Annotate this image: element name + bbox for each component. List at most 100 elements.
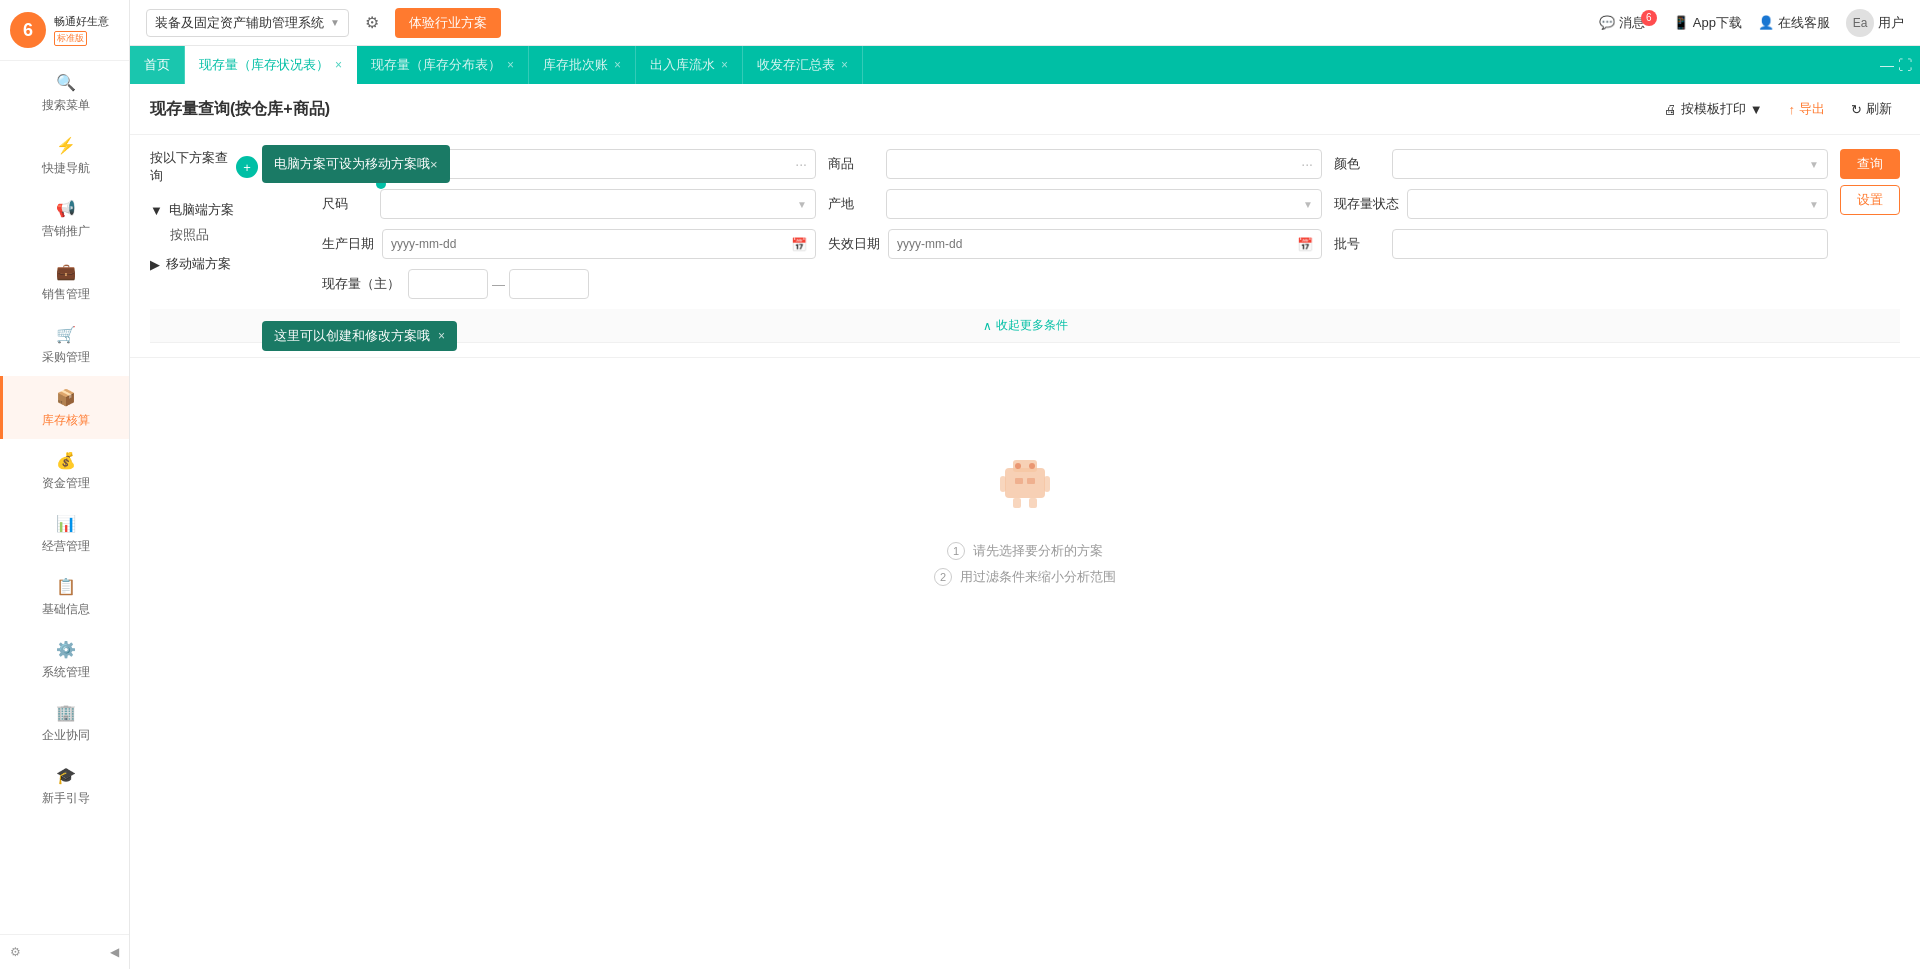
refresh-icon: ↻ <box>1851 102 1862 117</box>
sidebar-item-enterprise[interactable]: 🏢 企业协同 <box>0 691 129 754</box>
sidebar-item-search-menu[interactable]: 🔍 搜索菜单 <box>0 61 129 124</box>
search-menu-icon: 🔍 <box>55 71 77 93</box>
sidebar-item-sales[interactable]: 💼 销售管理 <box>0 250 129 313</box>
stock-qty-label: 现存量（主） <box>322 275 400 293</box>
sidebar-item-system[interactable]: ⚙️ 系统管理 <box>0 628 129 691</box>
tab-io-flow[interactable]: 出入库流水 × <box>636 46 743 84</box>
online-support-btn[interactable]: 👤 在线客服 <box>1758 14 1830 32</box>
scheme-hint-close[interactable]: × <box>438 329 445 343</box>
search-btn[interactable]: 查询 <box>1840 149 1900 179</box>
tab-inventory-status-close[interactable]: × <box>335 58 342 72</box>
quick-nav-icon: ⚡ <box>55 134 77 156</box>
tab-inventory-dist[interactable]: 现存量（库存分布表） × <box>357 46 529 84</box>
filter-label: 按以下方案查询 <box>150 149 228 185</box>
sidebar-label-guide: 新手引导 <box>42 790 90 807</box>
inventory-icon: 📦 <box>55 386 77 408</box>
tab-inventory-dist-close[interactable]: × <box>507 58 514 72</box>
tab-io-flow-close[interactable]: × <box>721 58 728 72</box>
scheme-group-desktop: ▼ 电脑端方案 按照品 <box>150 197 310 247</box>
color-select[interactable]: ▼ <box>1392 149 1828 179</box>
sidebar-item-basic-info[interactable]: 📋 基础信息 <box>0 565 129 628</box>
export-icon: ↑ <box>1789 102 1796 117</box>
sidebar-item-finance[interactable]: 💰 资金管理 <box>0 439 129 502</box>
product-select[interactable]: ··· <box>886 149 1322 179</box>
sidebar-item-purchase[interactable]: 🛒 采购管理 <box>0 313 129 376</box>
tab-receive-send[interactable]: 收发存汇总表 × <box>743 46 863 84</box>
stock-qty-from[interactable] <box>408 269 488 299</box>
page-content: 现存量查询(按仓库+商品) 🖨 按模板打印 ▼ ↑ 导出 ↻ 刷新 <box>130 84 1920 969</box>
phone-icon: 📱 <box>1673 15 1689 30</box>
print-btn[interactable]: 🖨 按模板打印 ▼ <box>1656 96 1771 122</box>
scheme-dropdown-close[interactable]: × <box>430 157 438 172</box>
app-download-btn[interactable]: 📱 App下载 <box>1673 14 1742 32</box>
basic-info-icon: 📋 <box>55 575 77 597</box>
expiry-date-from[interactable] <box>897 237 1293 251</box>
system-select[interactable]: 装备及固定资产辅助管理系统 ▼ <box>146 9 349 37</box>
print-label: 按模板打印 <box>1681 100 1746 118</box>
collapse-sidebar-icon[interactable]: ◀ <box>110 945 119 959</box>
sidebar-item-marketing[interactable]: 📢 营销推广 <box>0 187 129 250</box>
origin-select[interactable]: ▼ <box>886 189 1322 219</box>
page-inner: 现存量查询(按仓库+商品) 🖨 按模板打印 ▼ ↑ 导出 ↻ 刷新 <box>130 84 1920 969</box>
size-select[interactable]: ▼ <box>380 189 816 219</box>
field-production-date: 生产日期 📅 <box>322 229 816 259</box>
expiry-date-input[interactable]: 📅 <box>888 229 1322 259</box>
tab-maximize-btn[interactable]: ⛶ <box>1898 57 1912 73</box>
production-date-input[interactable]: 📅 <box>382 229 816 259</box>
user-btn[interactable]: Ea 用户 <box>1846 9 1904 37</box>
scheme-group-mobile-header[interactable]: ▶ 移动端方案 <box>150 251 310 277</box>
empty-illustration <box>985 438 1065 518</box>
tab-minimize-btn[interactable]: — <box>1880 57 1894 73</box>
stock-qty-to[interactable] <box>509 269 589 299</box>
stock-status-select[interactable]: ▼ <box>1407 189 1828 219</box>
sidebar-label-finance: 资金管理 <box>42 475 90 492</box>
filter-fields: 仓库 ··· 商品 ··· <box>322 149 1828 309</box>
field-expiry-date: 失效日期 📅 <box>828 229 1322 259</box>
production-date-calendar-icon[interactable]: 📅 <box>791 237 807 252</box>
main-area: 装备及固定资产辅助管理系统 ▼ ⚙ 体验行业方案 💬 消息 6 📱 App下载 … <box>130 0 1920 969</box>
tab-home[interactable]: 首页 <box>130 46 185 84</box>
scheme-dropdown: 电脑方案可设为移动方案哦 × <box>262 145 450 183</box>
sidebar-item-operations[interactable]: 📊 经营管理 <box>0 502 129 565</box>
scheme-item-desktop[interactable]: 按照品 <box>150 223 310 247</box>
sidebar-item-quick-nav[interactable]: ⚡ 快捷导航 <box>0 124 129 187</box>
desktop-group-arrow: ▼ <box>150 203 163 218</box>
sidebar-item-inventory[interactable]: 📦 库存核算 <box>0 376 129 439</box>
refresh-btn[interactable]: ↻ 刷新 <box>1843 96 1900 122</box>
tab-batch-account-close[interactable]: × <box>614 58 621 72</box>
industry-btn[interactable]: 体验行业方案 <box>395 8 501 38</box>
sidebar-label-system: 系统管理 <box>42 664 90 681</box>
svg-rect-4 <box>1000 476 1006 492</box>
export-btn[interactable]: ↑ 导出 <box>1781 96 1834 122</box>
tip-num-2: 2 <box>934 568 952 586</box>
add-scheme-btn[interactable]: + <box>236 156 258 178</box>
tab-inventory-status-label: 现存量（库存状况表） <box>199 56 329 74</box>
batch-input[interactable] <box>1392 229 1828 259</box>
sidebar-item-guide[interactable]: 🎓 新手引导 <box>0 754 129 817</box>
reset-btn[interactable]: 设置 <box>1840 185 1900 215</box>
size-label: 尺码 <box>322 195 372 213</box>
tab-batch-account[interactable]: 库存批次账 × <box>529 46 636 84</box>
notifications-btn[interactable]: 💬 消息 6 <box>1599 14 1657 32</box>
scheme-group-desktop-header[interactable]: ▼ 电脑端方案 <box>150 197 310 223</box>
svg-point-3 <box>1029 463 1035 469</box>
header-settings-icon[interactable]: ⚙ <box>365 13 379 32</box>
enterprise-icon: 🏢 <box>55 701 77 723</box>
tab-inventory-dist-label: 现存量（库存分布表） <box>371 56 501 74</box>
tip-text-2: 用过滤条件来缩小分析范围 <box>960 568 1116 586</box>
sidebar-bottom: ⚙ ◀ <box>0 934 129 969</box>
product-dots[interactable]: ··· <box>1301 156 1313 172</box>
expiry-date-calendar-icon[interactable]: 📅 <box>1297 237 1313 252</box>
sidebar-label-purchase: 采购管理 <box>42 349 90 366</box>
tab-receive-send-close[interactable]: × <box>841 58 848 72</box>
svg-rect-7 <box>1029 498 1037 508</box>
production-date-from[interactable] <box>391 237 787 251</box>
field-color: 颜色 ▼ <box>1334 149 1828 179</box>
tab-inventory-status[interactable]: 现存量（库存状况表） × <box>185 46 357 84</box>
range-dash: — <box>492 277 505 292</box>
settings-bottom-icon[interactable]: ⚙ <box>10 945 21 959</box>
page-actions: 🖨 按模板打印 ▼ ↑ 导出 ↻ 刷新 <box>1656 96 1900 122</box>
product-label: 商品 <box>828 155 878 173</box>
warehouse-dots[interactable]: ··· <box>795 156 807 172</box>
sidebar-label-enterprise: 企业协同 <box>42 727 90 744</box>
